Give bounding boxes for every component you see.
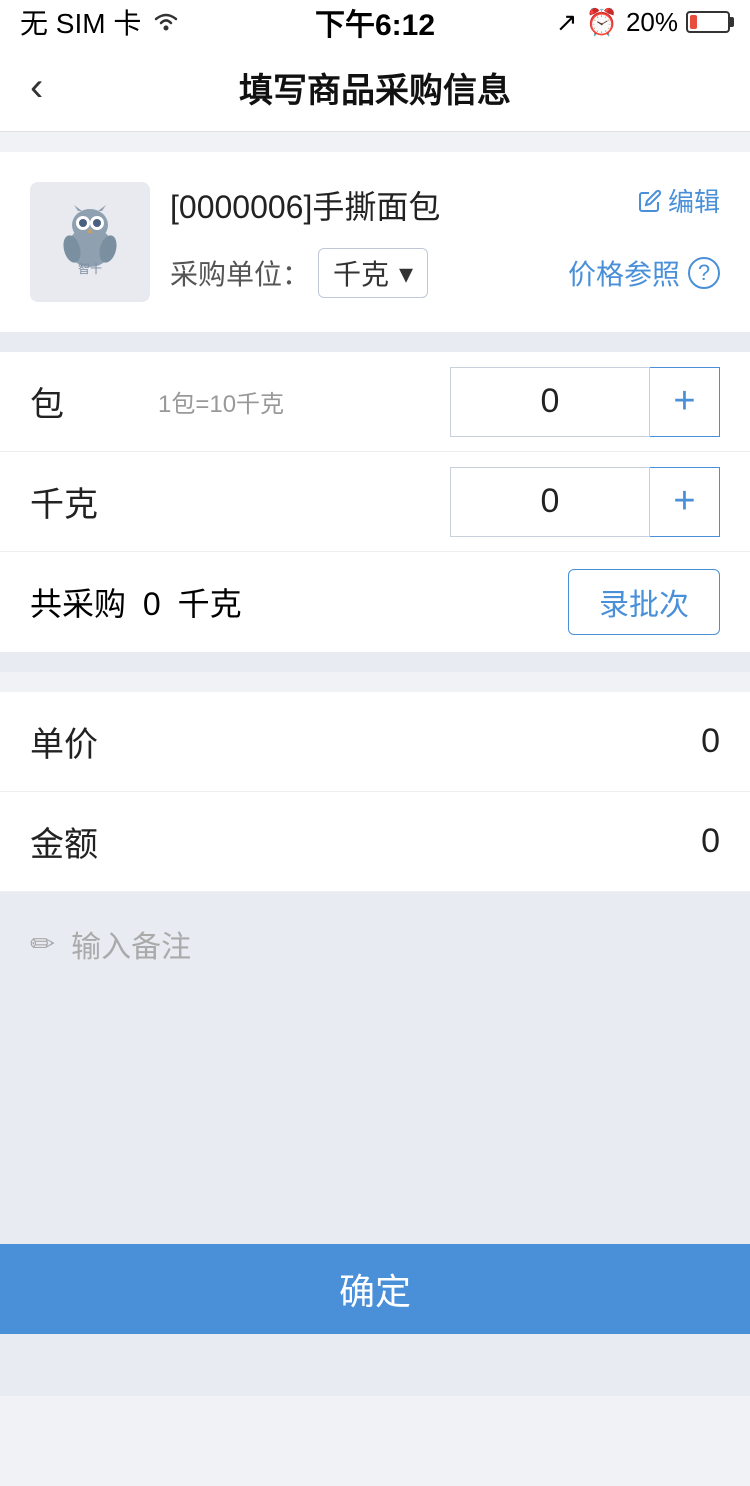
section-divider-1 xyxy=(0,332,750,352)
back-button[interactable]: ‹ xyxy=(30,65,63,110)
pack-plus-button[interactable]: + xyxy=(650,367,720,437)
status-time: 下午6:12 xyxy=(315,0,435,44)
carrier-text: 无 SIM 卡 xyxy=(20,2,141,42)
pack-sub-label: 1包=10千克 xyxy=(158,384,284,419)
unit-price-value: 0 xyxy=(701,722,720,761)
wifi-icon xyxy=(151,6,181,38)
confirm-button[interactable]: 确定 xyxy=(339,1263,411,1315)
summary-text: 共采购 0 千克 xyxy=(30,579,242,625)
kg-input[interactable] xyxy=(450,467,650,537)
unit-price-label: 单价 xyxy=(30,717,98,766)
purchase-unit-label: 采购单位： xyxy=(170,253,310,293)
pack-input-group: + xyxy=(450,367,720,437)
kg-row: 千克 + xyxy=(0,452,750,552)
kg-plus-button[interactable]: + xyxy=(650,467,720,537)
product-image: 智十 xyxy=(30,182,150,302)
product-card: 智十 [0000006]手撕面包 编辑 采购单位： 千 xyxy=(0,152,750,332)
quantity-form: 包 1包=10千克 + 千克 + xyxy=(0,352,750,552)
alarm-icon: ⏰ xyxy=(586,7,618,38)
location-icon: ↗ xyxy=(556,7,578,38)
pack-row: 包 1包=10千克 + xyxy=(0,352,750,452)
unit-value: 千克 xyxy=(333,253,389,293)
notes-input[interactable]: 输入备注 xyxy=(71,922,191,966)
product-name: [0000006]手撕面包 xyxy=(170,182,440,228)
unit-price-row: 单价 0 xyxy=(0,692,750,792)
empty-space xyxy=(0,996,750,1396)
price-section: 单价 0 金额 0 xyxy=(0,692,750,892)
kg-input-group: + xyxy=(450,467,720,537)
batch-button[interactable]: 录批次 xyxy=(568,569,720,635)
summary-row: 共采购 0 千克 录批次 xyxy=(0,552,750,652)
pencil-icon: ✏ xyxy=(30,927,55,962)
unit-selector[interactable]: 千克 ▾ xyxy=(318,248,428,298)
amount-row: 金额 0 xyxy=(0,792,750,892)
section-divider-2 xyxy=(0,652,750,672)
pack-input[interactable] xyxy=(450,367,650,437)
battery-icon xyxy=(686,11,730,33)
product-logo: 智十 xyxy=(50,197,130,287)
product-info: [0000006]手撕面包 编辑 采购单位： 千克 ▾ xyxy=(170,182,720,298)
confirm-section[interactable]: 确定 xyxy=(0,1244,750,1334)
nav-bar: ‹ 填写商品采购信息 xyxy=(0,44,750,132)
status-bar: 无 SIM 卡 下午6:12 ↗ ⏰ 20% xyxy=(0,0,750,44)
kg-label: 千克 xyxy=(30,477,150,526)
amount-value: 0 xyxy=(701,822,720,861)
edit-button[interactable]: 编辑 xyxy=(638,182,720,219)
pack-label: 包 xyxy=(30,377,150,426)
page-title: 填写商品采购信息 xyxy=(239,63,511,112)
help-icon: ? xyxy=(688,257,720,289)
price-ref-button[interactable]: 价格参照 ? xyxy=(568,253,720,293)
amount-label: 金额 xyxy=(30,817,98,866)
battery-pct: 20% xyxy=(626,7,678,38)
svg-text:智十: 智十 xyxy=(78,261,102,276)
chevron-down-icon: ▾ xyxy=(399,257,413,290)
notes-section[interactable]: ✏ 输入备注 xyxy=(0,892,750,996)
